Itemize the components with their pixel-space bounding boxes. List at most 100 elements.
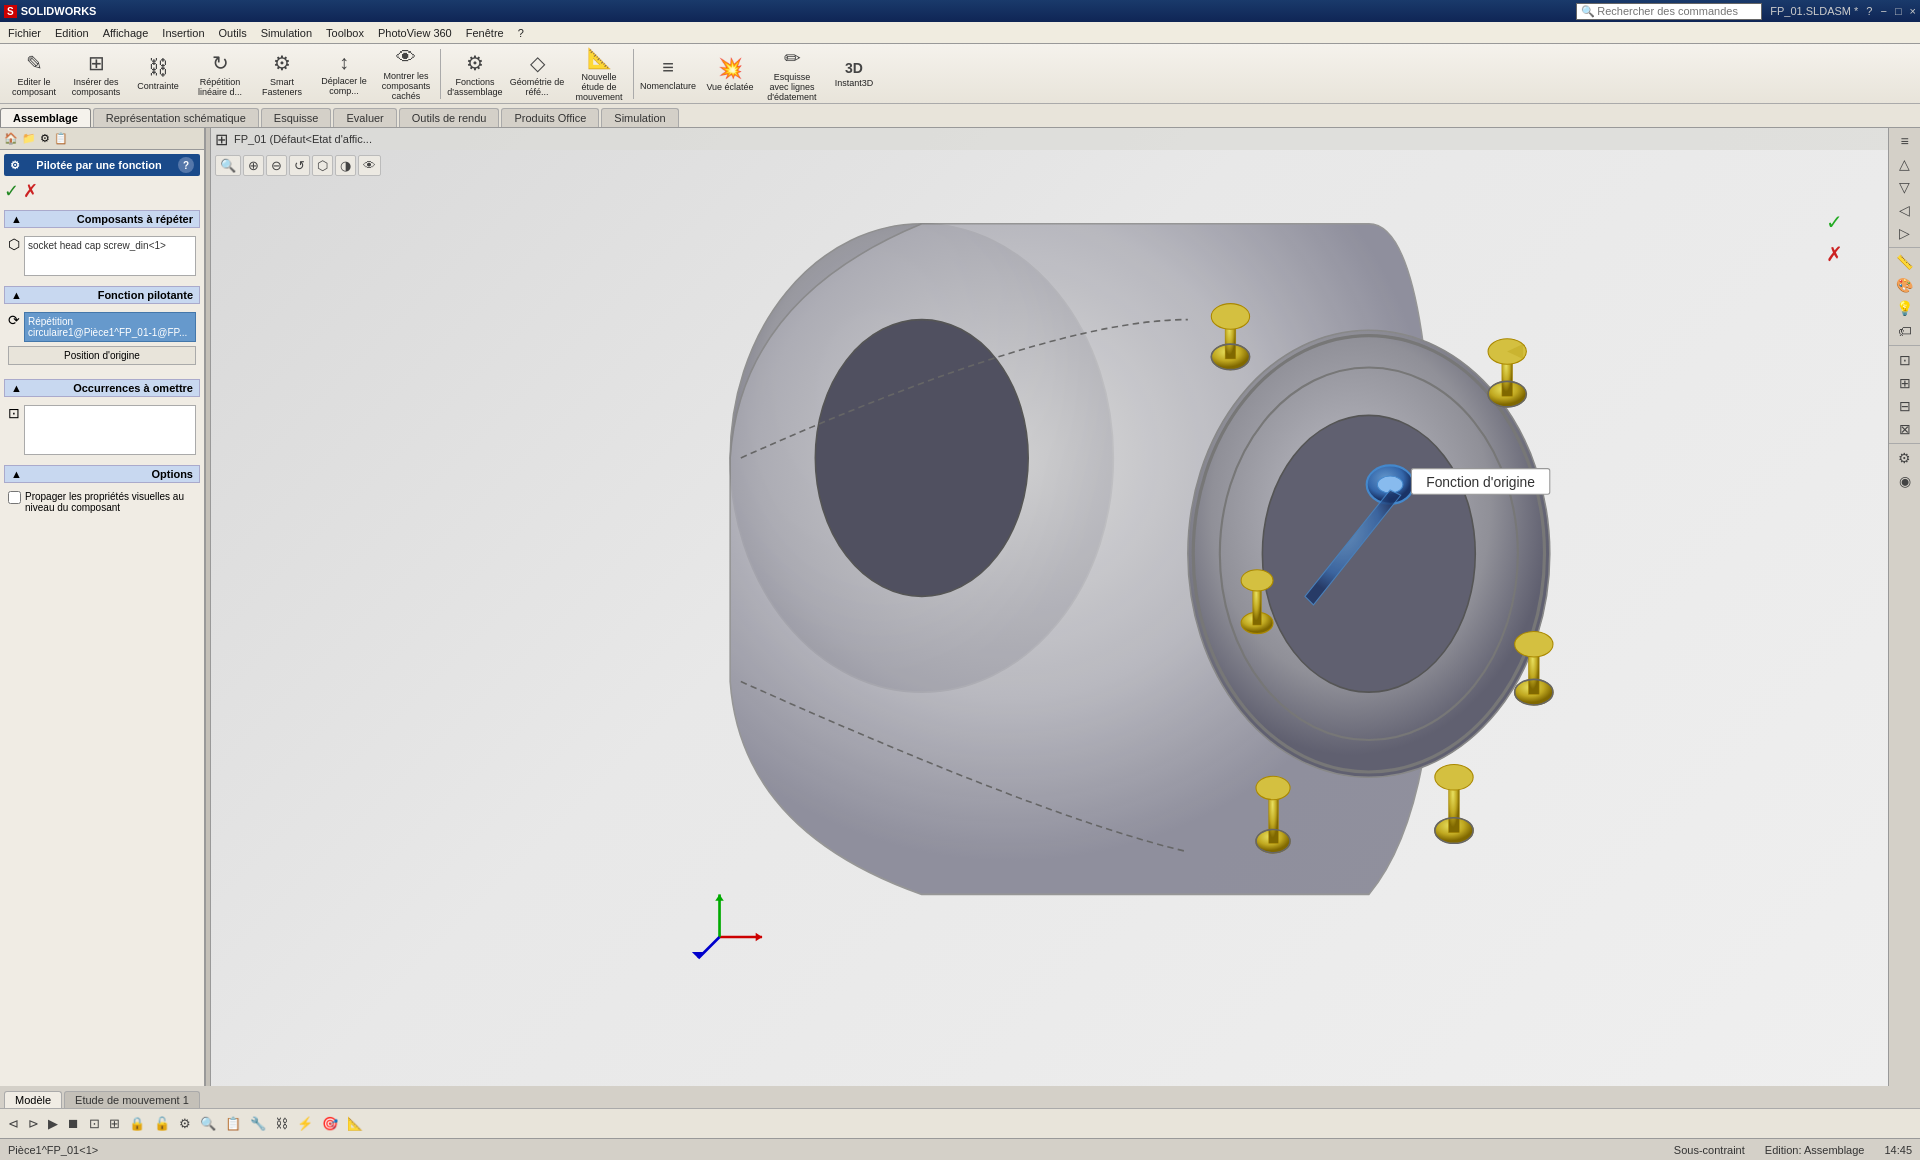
right-btn-measure[interactable]: 📏 — [1891, 251, 1919, 273]
toolbar-smart-fasteners[interactable]: ⚙ Smart Fasteners — [252, 47, 312, 101]
bottom-btn-13[interactable]: ⛓ — [271, 1114, 292, 1133]
toolbar-inserer-composants[interactable]: ⊞ Insérer des composants — [66, 47, 126, 101]
menu-fichier[interactable]: Fichier — [2, 25, 47, 41]
toolbar-nomenclature[interactable]: ≡ Nomenclature — [638, 47, 698, 101]
right-btn-4[interactable]: ◁ — [1891, 199, 1919, 221]
tab-esquisse[interactable]: Esquisse — [261, 108, 332, 127]
menu-edition[interactable]: Edition — [49, 25, 95, 41]
zoom-fit-btn[interactable]: 🔍 — [215, 155, 241, 176]
right-btn-1[interactable]: ≡ — [1891, 130, 1919, 152]
model-tab-etude[interactable]: Etude de mouvement 1 — [64, 1091, 200, 1108]
right-btn-view4[interactable]: ⊠ — [1891, 418, 1919, 440]
tree-icon[interactable]: 📁 — [22, 132, 36, 145]
right-btn-decals[interactable]: 🏷 — [1891, 320, 1919, 342]
panel-help-btn[interactable]: ? — [178, 157, 194, 173]
toolbar-deplacer[interactable]: ↕ Déplacer le comp... — [314, 47, 374, 101]
menu-fenetre[interactable]: Fenêtre — [460, 25, 510, 41]
toolbar-vue-eclatee[interactable]: 💥 Vue éclatée — [700, 47, 760, 101]
tab-evaluer[interactable]: Evaluer — [333, 108, 396, 127]
tab-simulation[interactable]: Simulation — [601, 108, 678, 127]
overlay-ok-btn[interactable]: ✓ — [1820, 208, 1848, 236]
right-btn-view1[interactable]: ⊡ — [1891, 349, 1919, 371]
toolbar-instant3d[interactable]: 3D Instant3D — [824, 47, 884, 101]
cancel-button[interactable]: ✗ — [23, 180, 38, 202]
right-btn-extra1[interactable]: ⚙ — [1891, 447, 1919, 469]
maximize-btn[interactable]: □ — [1895, 5, 1902, 17]
home-icon[interactable]: 🏠 — [4, 132, 18, 145]
right-btn-appearance[interactable]: 🎨 — [1891, 274, 1919, 296]
toolbar-fonctions[interactable]: ⚙ Fonctions d'assemblage — [445, 47, 505, 101]
bottom-btn-7[interactable]: 🔒 — [125, 1114, 149, 1133]
help-icon[interactable]: ? — [1866, 5, 1872, 17]
menu-insertion[interactable]: Insertion — [156, 25, 210, 41]
toolbar-contrainte[interactable]: ⛓ Contrainte — [128, 47, 188, 101]
bottom-btn-2[interactable]: ⊳ — [24, 1114, 43, 1133]
bottom-btn-11[interactable]: 📋 — [221, 1114, 245, 1133]
right-btn-3[interactable]: ▽ — [1891, 176, 1919, 198]
overlay-cancel-btn[interactable]: ✗ — [1820, 240, 1848, 268]
toolbar-esquisse[interactable]: ✏ Esquisse avec lignes d'édatement — [762, 47, 822, 101]
bottom-btn-10[interactable]: 🔍 — [196, 1114, 220, 1133]
viewport[interactable]: ⊞ FP_01 (Défaut<Etat d'affic... 🔍 ⊕ ⊖ ↺ … — [211, 128, 1888, 1086]
menu-help[interactable]: ? — [512, 25, 530, 41]
section-options-header[interactable]: ▲ Options — [4, 465, 200, 483]
right-btn-2[interactable]: △ — [1891, 153, 1919, 175]
toolbar-repetition[interactable]: ↻ Répétition linéaire d... — [190, 47, 250, 101]
ok-button[interactable]: ✓ — [4, 180, 19, 202]
section-occurrences-header[interactable]: ▲ Occurrences à omettre — [4, 379, 200, 397]
view-shading-btn[interactable]: ◑ — [335, 155, 356, 176]
propagate-checkbox[interactable] — [8, 491, 21, 504]
menu-simulation[interactable]: Simulation — [255, 25, 318, 41]
bottom-btn-3[interactable]: ▶ — [44, 1114, 62, 1133]
section-fonction-header[interactable]: ▲ Fonction pilotante — [4, 286, 200, 304]
zoom-out-btn[interactable]: ⊖ — [266, 155, 287, 176]
bottom-btn-12[interactable]: 🔧 — [246, 1114, 270, 1133]
tab-representation[interactable]: Représentation schématique — [93, 108, 259, 127]
bottom-btn-5[interactable]: ⊡ — [85, 1114, 104, 1133]
tab-produits-office[interactable]: Produits Office — [501, 108, 599, 127]
zoom-in-btn[interactable]: ⊕ — [243, 155, 264, 176]
right-btn-view2[interactable]: ⊞ — [1891, 372, 1919, 394]
model-3d-view[interactable]: Fonction d'origine — [211, 128, 1888, 1086]
right-btn-view3[interactable]: ⊟ — [1891, 395, 1919, 417]
bottom-btn-8[interactable]: 🔓 — [150, 1114, 174, 1133]
bottom-btn-4[interactable]: ⏹ — [63, 1114, 84, 1133]
rotate-btn[interactable]: ↺ — [289, 155, 310, 176]
occurrences-input[interactable] — [24, 405, 196, 455]
bottom-btn-16[interactable]: 📐 — [343, 1114, 367, 1133]
close-btn[interactable]: × — [1910, 5, 1916, 17]
right-separator-3 — [1889, 443, 1920, 444]
minimize-btn[interactable]: − — [1880, 5, 1886, 17]
model-tab-modele[interactable]: Modèle — [4, 1091, 62, 1108]
toolbar-geometrie[interactable]: ◇ Géométrie de réfé... — [507, 47, 567, 101]
bottom-btn-6[interactable]: ⊞ — [105, 1114, 124, 1133]
menu-outils[interactable]: Outils — [213, 25, 253, 41]
fonction-input[interactable]: Répétition circulaire1@Pièce1^FP_01-1@FP… — [24, 312, 196, 342]
search-input[interactable] — [1597, 5, 1757, 17]
command-search[interactable]: 🔍 — [1576, 3, 1762, 20]
config-icon[interactable]: ⚙ — [40, 132, 50, 145]
toolbar-montrer[interactable]: 👁 Montrer les composants cachés — [376, 47, 436, 101]
fonction-icon: ⟳ — [8, 312, 20, 328]
menu-affichage[interactable]: Affichage — [97, 25, 155, 41]
toolbar-nouvelle-etude[interactable]: 📐 Nouvelle étude de mouvement — [569, 47, 629, 101]
position-origine-btn[interactable]: Position d'origine — [8, 346, 196, 365]
composants-input[interactable]: socket head cap screw_din<1> — [24, 236, 196, 276]
bottom-btn-14[interactable]: ⚡ — [293, 1114, 317, 1133]
right-btn-5[interactable]: ▷ — [1891, 222, 1919, 244]
section-composants-header[interactable]: ▲ Composants à répéter — [4, 210, 200, 228]
menu-toolbox[interactable]: Toolbox — [320, 25, 370, 41]
bottom-btn-9[interactable]: ⚙ — [175, 1114, 195, 1133]
tab-assemblage[interactable]: Assemblage — [0, 108, 91, 127]
panel-icon: ⚙ — [10, 159, 20, 172]
view-orient-btn[interactable]: ⬡ — [312, 155, 333, 176]
right-btn-scene[interactable]: 💡 — [1891, 297, 1919, 319]
toolbar-editer-composant[interactable]: ✎ Editer le composant — [4, 47, 64, 101]
tab-outils-rendu[interactable]: Outils de rendu — [399, 108, 500, 127]
bottom-btn-15[interactable]: 🎯 — [318, 1114, 342, 1133]
menu-photoview[interactable]: PhotoView 360 — [372, 25, 458, 41]
bottom-btn-1[interactable]: ⊲ — [4, 1114, 23, 1133]
right-btn-extra2[interactable]: ◉ — [1891, 470, 1919, 492]
display-icon[interactable]: 📋 — [54, 132, 68, 145]
view-hide-btn[interactable]: 👁 — [358, 155, 381, 176]
